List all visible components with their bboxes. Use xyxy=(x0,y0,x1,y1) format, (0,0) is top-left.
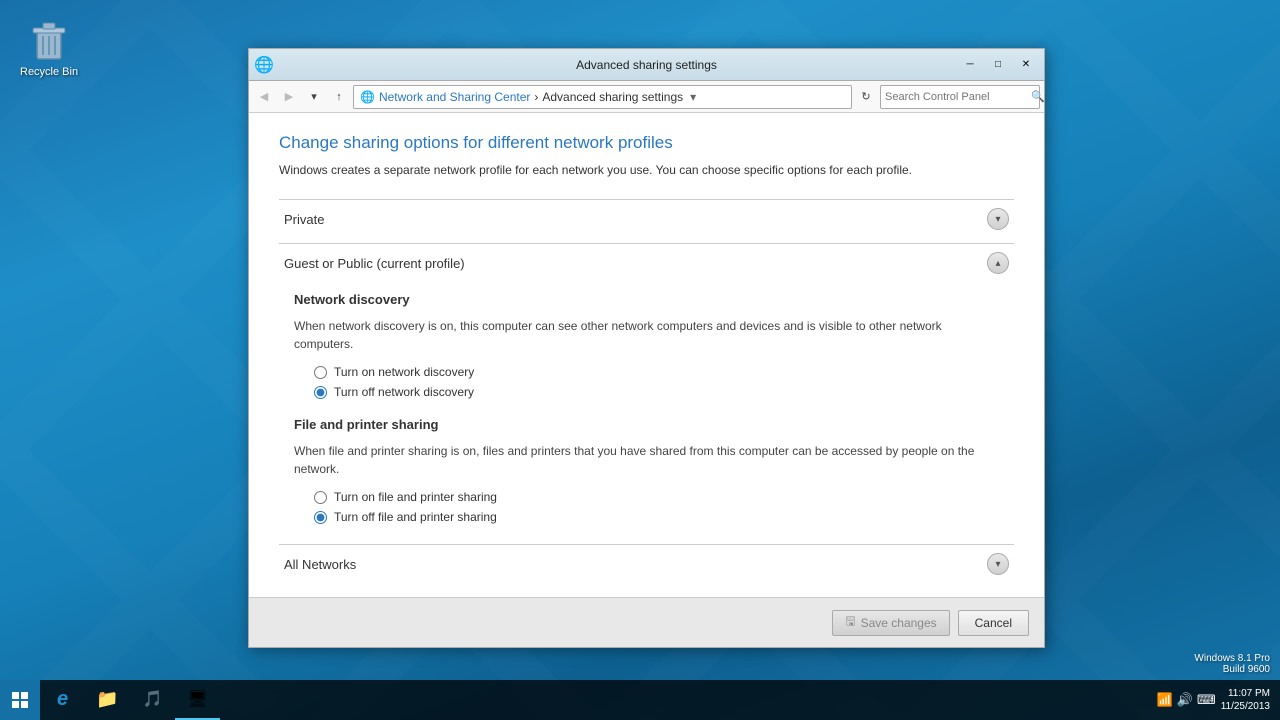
private-expand-btn[interactable]: ▾ xyxy=(987,208,1009,230)
fp-on-radio[interactable] xyxy=(314,491,327,504)
up-button[interactable]: ↑ xyxy=(328,86,350,108)
file-printer-desc: When file and printer sharing is on, fil… xyxy=(294,442,999,478)
guest-public-label: Guest or Public (current profile) xyxy=(284,256,465,271)
volume-notify-icon: 🔊 xyxy=(1177,692,1193,708)
taskbar-items: e 📁 🎵 🖥 xyxy=(40,680,1152,720)
nd-on-label: Turn on network discovery xyxy=(334,365,474,379)
guest-public-section: Guest or Public (current profile) ▴ Netw… xyxy=(279,243,1014,539)
private-section: Private ▾ xyxy=(279,199,1014,238)
keyboard-notify-icon: ⌨ xyxy=(1197,692,1216,708)
breadcrumb-network[interactable]: Network and Sharing Center xyxy=(379,90,530,104)
back-button[interactable]: ◀ xyxy=(253,86,275,108)
minimize-button[interactable]: ─ xyxy=(957,55,983,75)
forward-button[interactable]: ▶ xyxy=(278,86,300,108)
breadcrumb-current: Advanced sharing settings xyxy=(542,90,683,104)
version-line1: Windows 8.1 Pro xyxy=(1194,653,1270,664)
fp-on-option[interactable]: Turn on file and printer sharing xyxy=(314,490,999,504)
all-networks-label: All Networks xyxy=(284,557,356,572)
fp-on-label: Turn on file and printer sharing xyxy=(334,490,497,504)
guest-public-content: Network discovery When network discovery… xyxy=(279,282,1014,539)
nd-off-option[interactable]: Turn off network discovery xyxy=(314,385,999,399)
all-networks-section: All Networks ▾ xyxy=(279,544,1014,583)
nd-on-radio[interactable] xyxy=(314,366,327,379)
network-discovery-title: Network discovery xyxy=(294,292,999,307)
guest-public-expand-btn[interactable]: ▴ xyxy=(987,252,1009,274)
recycle-bin-icon[interactable]: Recycle Bin xyxy=(20,15,78,78)
fp-off-radio[interactable] xyxy=(314,511,327,524)
taskbar-item-media[interactable]: 🎵 xyxy=(130,680,175,720)
taskbar-item-explorer[interactable]: 📁 xyxy=(85,680,130,720)
dropdown-button[interactable]: ▾ xyxy=(303,86,325,108)
all-networks-expand-btn[interactable]: ▾ xyxy=(987,553,1009,575)
taskbar: e 📁 🎵 🖥 📶 🔊 ⌨ 11:07 PM 11/25/2013 xyxy=(0,680,1280,720)
content-area: Change sharing options for different net… xyxy=(249,113,1044,597)
version-line2: Build 9600 xyxy=(1194,664,1270,675)
clock-time: 11:07 PM xyxy=(1221,687,1270,700)
nd-off-label: Turn off network discovery xyxy=(334,385,474,399)
file-printer-options: Turn on file and printer sharing Turn of… xyxy=(314,490,999,524)
breadcrumb: 🌐 Network and Sharing Center › Advanced … xyxy=(353,85,852,109)
window-footer: 🖫 Save changes Cancel xyxy=(249,597,1044,647)
save-label: Save changes xyxy=(861,616,937,630)
private-header[interactable]: Private ▾ xyxy=(279,200,1014,238)
save-icon: 🖫 xyxy=(845,612,855,633)
refresh-button[interactable]: ↻ xyxy=(855,86,877,108)
window-titlebar: 🌐 Advanced sharing settings ─ □ ✕ xyxy=(249,49,1044,81)
file-printer-subsection: File and printer sharing When file and p… xyxy=(294,417,999,524)
search-box: 🔍 xyxy=(880,85,1040,109)
fp-off-option[interactable]: Turn off file and printer sharing xyxy=(314,510,999,524)
taskbar-item-remote[interactable]: 🖥 xyxy=(175,680,220,720)
private-label: Private xyxy=(284,212,324,227)
window-controls: ─ □ ✕ xyxy=(957,55,1039,75)
nd-on-option[interactable]: Turn on network discovery xyxy=(314,365,999,379)
cancel-button[interactable]: Cancel xyxy=(958,610,1029,636)
taskbar-item-ie[interactable]: e xyxy=(40,680,85,720)
search-icon[interactable]: 🔍 xyxy=(1031,90,1045,103)
start-button[interactable] xyxy=(0,680,40,720)
breadcrumb-dropdown-arrow[interactable]: ▾ xyxy=(690,90,696,104)
advanced-sharing-window: 🌐 Advanced sharing settings ─ □ ✕ ◀ ▶ ▾ … xyxy=(248,48,1045,648)
window-app-icon: 🌐 xyxy=(254,55,274,75)
search-input[interactable] xyxy=(885,91,1027,103)
breadcrumb-icon: 🌐 xyxy=(360,90,375,104)
file-printer-title: File and printer sharing xyxy=(294,417,999,432)
nd-off-radio[interactable] xyxy=(314,386,327,399)
close-button[interactable]: ✕ xyxy=(1013,55,1039,75)
address-bar: ◀ ▶ ▾ ↑ 🌐 Network and Sharing Center › A… xyxy=(249,81,1044,113)
clock-date: 11/25/2013 xyxy=(1221,700,1270,713)
fp-off-label: Turn off file and printer sharing xyxy=(334,510,497,524)
recycle-bin-label: Recycle Bin xyxy=(20,66,78,78)
breadcrumb-sep1: › xyxy=(534,90,538,104)
save-changes-button[interactable]: 🖫 Save changes xyxy=(832,610,949,636)
page-subtitle: Windows creates a separate network profi… xyxy=(279,161,1014,179)
all-networks-header[interactable]: All Networks ▾ xyxy=(279,545,1014,583)
network-discovery-options: Turn on network discovery Turn off netwo… xyxy=(314,365,999,399)
guest-public-header[interactable]: Guest or Public (current profile) ▴ xyxy=(279,244,1014,282)
taskbar-clock[interactable]: 11:07 PM 11/25/2013 xyxy=(1221,687,1280,713)
maximize-button[interactable]: □ xyxy=(985,55,1011,75)
network-notify-icon: 📶 xyxy=(1157,692,1173,708)
network-discovery-desc: When network discovery is on, this compu… xyxy=(294,317,999,353)
notification-area: 📶 🔊 ⌨ xyxy=(1152,692,1221,708)
page-title: Change sharing options for different net… xyxy=(279,133,1014,153)
window-title: Advanced sharing settings xyxy=(576,58,717,72)
network-discovery-subsection: Network discovery When network discovery… xyxy=(294,292,999,399)
windows-version: Windows 8.1 Pro Build 9600 xyxy=(1194,653,1270,675)
